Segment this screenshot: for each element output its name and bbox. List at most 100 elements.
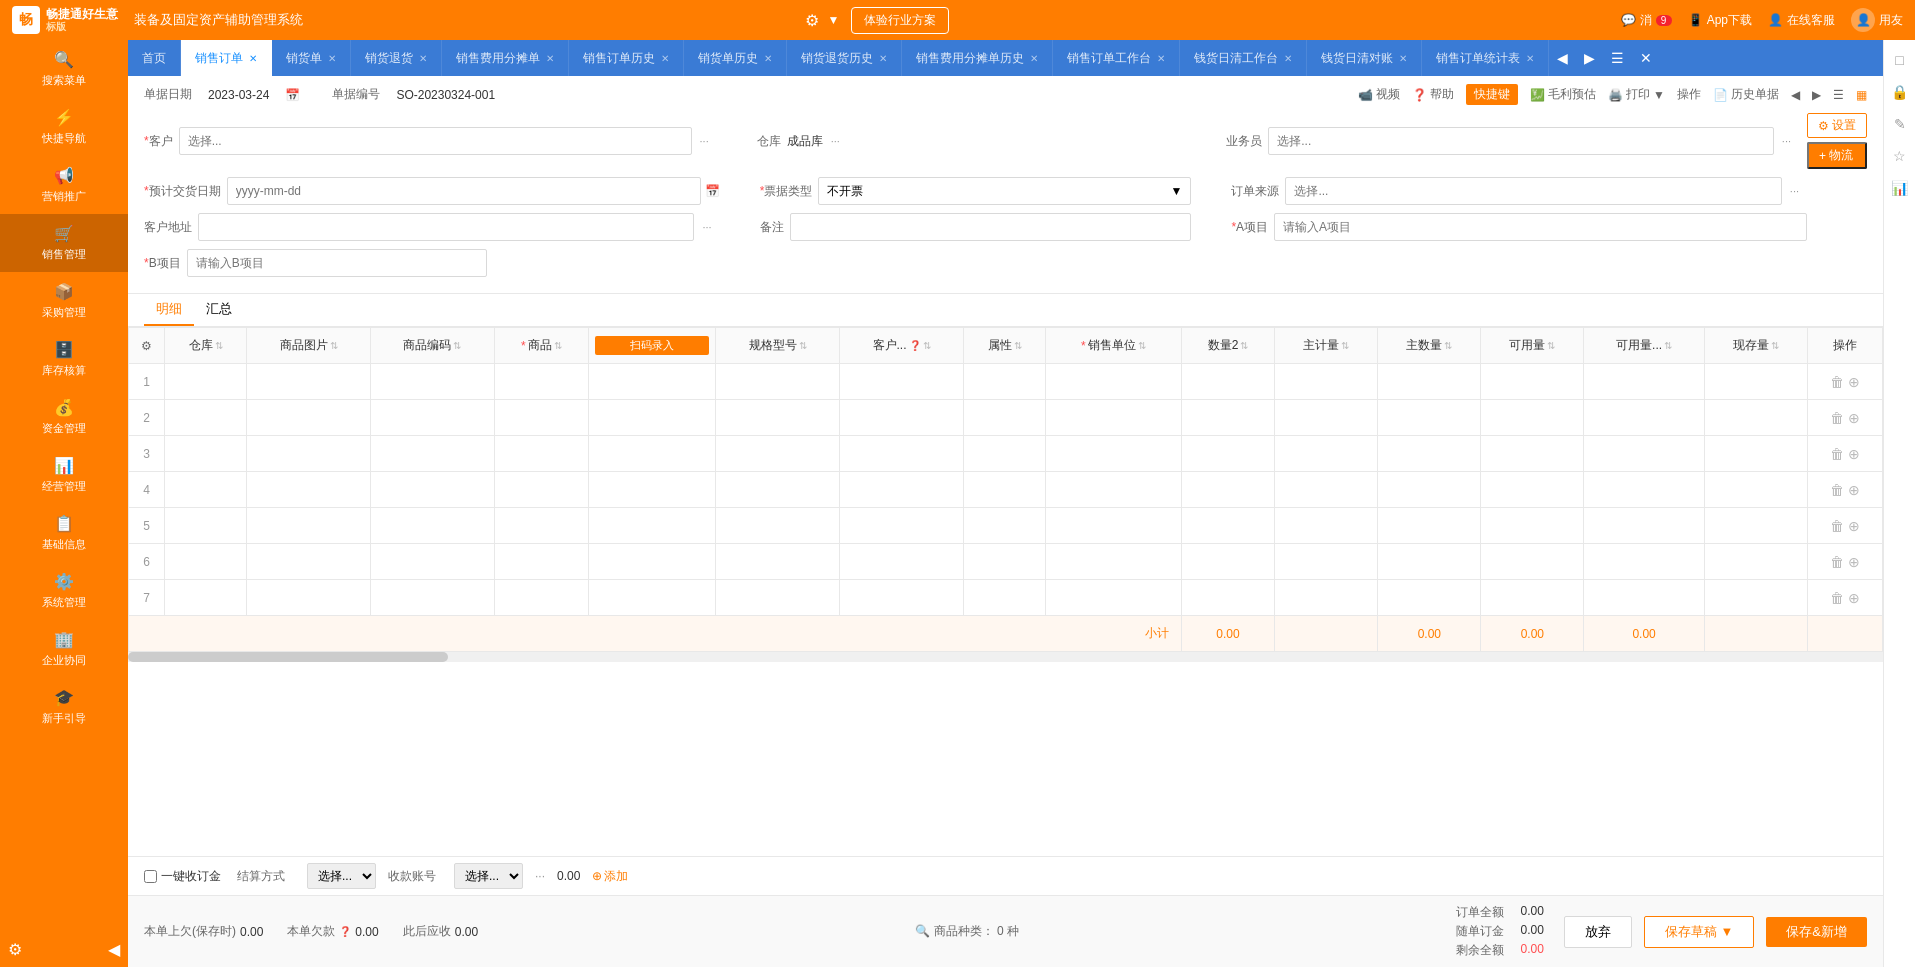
save-draft-btn[interactable]: 保存草稿 ▼ — [1644, 916, 1755, 948]
sidebar-item-purchase[interactable]: 📦 采购管理 — [0, 272, 128, 330]
cell-available-4[interactable] — [1481, 472, 1584, 508]
cell-qty2-6[interactable] — [1181, 544, 1275, 580]
sidebar-item-marketing[interactable]: 📢 营销推广 — [0, 156, 128, 214]
cell-qty2-3[interactable] — [1181, 436, 1275, 472]
sidebar-settings-icon[interactable]: ⚙ — [8, 940, 22, 959]
cell-image-3[interactable] — [247, 436, 371, 472]
cell-available-5[interactable] — [1481, 508, 1584, 544]
grid-view-icon[interactable]: ▦ — [1856, 88, 1867, 102]
online-service-btn[interactable]: 👤 在线客服 — [1768, 12, 1835, 29]
cell-available2-4[interactable] — [1584, 472, 1704, 508]
delete-row-7-btn[interactable]: 🗑 — [1830, 590, 1844, 606]
cell-warehouse-6[interactable] — [165, 544, 247, 580]
cell-image-6[interactable] — [247, 544, 371, 580]
cell-product-3[interactable] — [494, 436, 588, 472]
cell-spec-6[interactable] — [716, 544, 840, 580]
sidebar-collapse-icon[interactable]: ◀ — [108, 940, 120, 959]
available2-sort-icon[interactable]: ⇅ — [1664, 340, 1672, 351]
tab-sales-expense-close[interactable]: ✕ — [546, 53, 554, 64]
cell-warehouse-4[interactable] — [165, 472, 247, 508]
available-sort-icon[interactable]: ⇅ — [1547, 340, 1555, 351]
copy-row-3-btn[interactable]: ⊕ — [1848, 446, 1860, 462]
print-btn[interactable]: 🖨️ 打印 ▼ — [1608, 86, 1665, 103]
cell-qty2-1[interactable] — [1181, 364, 1275, 400]
tab-detail[interactable]: 明细 — [144, 294, 194, 326]
cell-stock-3[interactable] — [1704, 436, 1807, 472]
cell-unit-2[interactable] — [1046, 400, 1182, 436]
sidebar-item-guide[interactable]: 🎓 新手引导 — [0, 678, 128, 736]
customer-suffix[interactable]: ··· — [692, 135, 717, 147]
copy-row-2-btn[interactable]: ⊕ — [1848, 410, 1860, 426]
delete-row-2-btn[interactable]: 🗑 — [1830, 410, 1844, 426]
delete-row-4-btn[interactable]: 🗑 — [1830, 482, 1844, 498]
cell-scan-2[interactable] — [588, 400, 715, 436]
tab-workbench[interactable]: 销售订单工作台 ✕ — [1053, 40, 1180, 76]
tab-sales-history-close[interactable]: ✕ — [661, 53, 669, 64]
qty2-sort-icon[interactable]: ⇅ — [1240, 340, 1248, 351]
remark-input[interactable] — [790, 213, 1192, 241]
cell-main-qty-1[interactable] — [1378, 364, 1481, 400]
tab-return-history[interactable]: 销货退货历史 ✕ — [787, 40, 902, 76]
stock-sort-icon[interactable]: ⇅ — [1771, 340, 1779, 351]
nav-prev-icon[interactable]: ◀ — [1791, 88, 1800, 102]
nav-next-icon[interactable]: ▶ — [1812, 88, 1821, 102]
cell-spec-4[interactable] — [716, 472, 840, 508]
tab-summary[interactable]: 汇总 — [194, 294, 244, 326]
footer-dots[interactable]: ··· — [535, 869, 545, 883]
cell-code-5[interactable] — [371, 508, 495, 544]
tab-workbench-close[interactable]: ✕ — [1157, 53, 1165, 64]
cell-available-6[interactable] — [1481, 544, 1584, 580]
cell-attr-3[interactable] — [964, 436, 1046, 472]
settings-btn[interactable]: ⚙ 设置 — [1807, 113, 1867, 138]
cell-main-unit-5[interactable] — [1275, 508, 1378, 544]
cell-main-unit-7[interactable] — [1275, 580, 1378, 616]
delete-row-6-btn[interactable]: 🗑 — [1830, 554, 1844, 570]
discard-btn[interactable]: 放弃 — [1564, 916, 1632, 948]
invoice-type-select[interactable]: 不开票 ▼ — [818, 177, 1191, 205]
user-btn[interactable]: 👤 用友 — [1851, 8, 1903, 32]
delete-row-5-btn[interactable]: 🗑 — [1830, 518, 1844, 534]
cell-stock-6[interactable] — [1704, 544, 1807, 580]
add-material-btn[interactable]: + 物流 — [1807, 142, 1867, 169]
tab-reconcile-close[interactable]: ✕ — [1399, 53, 1407, 64]
tab-stats[interactable]: 销售订单统计表 ✕ — [1422, 40, 1549, 76]
cell-warehouse-1[interactable] — [165, 364, 247, 400]
cell-main-unit-3[interactable] — [1275, 436, 1378, 472]
cell-customer-6[interactable] — [840, 544, 964, 580]
cell-product-1[interactable] — [494, 364, 588, 400]
tabs-next-btn[interactable]: ▶ — [1576, 40, 1603, 76]
list-view-icon[interactable]: ☰ — [1833, 88, 1844, 102]
quick-order-check[interactable] — [144, 870, 157, 883]
cell-customer-5[interactable] — [840, 508, 964, 544]
cell-image-2[interactable] — [247, 400, 371, 436]
tab-sales-expense[interactable]: 销售费用分摊单 ✕ — [442, 40, 569, 76]
tab-expense-history[interactable]: 销售费用分摊单历史 ✕ — [902, 40, 1053, 76]
cell-main-unit-6[interactable] — [1275, 544, 1378, 580]
right-panel-icon-1[interactable]: □ — [1891, 48, 1907, 72]
app-download-btn[interactable]: 📱 App下载 — [1688, 12, 1752, 29]
cell-scan-4[interactable] — [588, 472, 715, 508]
order-source-input[interactable] — [1285, 177, 1781, 205]
cell-unit-7[interactable] — [1046, 580, 1182, 616]
copy-row-7-btn[interactable]: ⊕ — [1848, 590, 1860, 606]
cell-available2-7[interactable] — [1584, 580, 1704, 616]
product-sort-icon[interactable]: ⇅ — [554, 340, 562, 351]
cell-stock-1[interactable] — [1704, 364, 1807, 400]
cell-customer-4[interactable] — [840, 472, 964, 508]
cell-main-unit-4[interactable] — [1275, 472, 1378, 508]
message-btn[interactable]: 💬 消 9 — [1621, 12, 1672, 29]
sidebar-item-finance[interactable]: 💰 资金管理 — [0, 388, 128, 446]
cell-image-4[interactable] — [247, 472, 371, 508]
cell-available2-6[interactable] — [1584, 544, 1704, 580]
tab-return-history-close[interactable]: ✕ — [879, 53, 887, 64]
salesperson-suffix[interactable]: ··· — [1774, 135, 1799, 147]
sidebar-item-system[interactable]: ⚙️ 系统管理 — [0, 562, 128, 620]
cell-available-3[interactable] — [1481, 436, 1584, 472]
sidebar-item-quick[interactable]: ⚡ 快捷导航 — [0, 98, 128, 156]
cell-scan-1[interactable] — [588, 364, 715, 400]
image-sort-icon[interactable]: ⇅ — [330, 340, 338, 351]
customer-input[interactable] — [179, 127, 692, 155]
cell-available-7[interactable] — [1481, 580, 1584, 616]
tab-daily-clear[interactable]: 钱货日清工作台 ✕ — [1180, 40, 1307, 76]
cell-attr-7[interactable] — [964, 580, 1046, 616]
